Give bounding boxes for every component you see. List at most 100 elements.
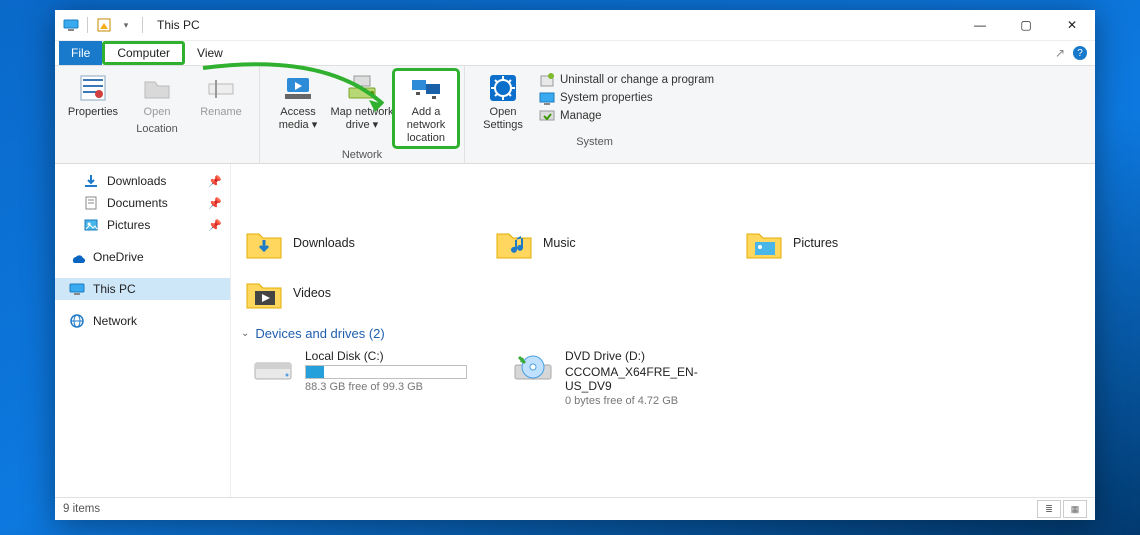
folder-videos-label: Videos xyxy=(293,286,331,300)
drive-c-free: 88.3 GB free of 99.3 GB xyxy=(305,381,467,393)
properties-icon xyxy=(77,72,109,104)
system-properties-button[interactable]: System properties xyxy=(539,90,714,106)
this-pc-icon xyxy=(63,17,79,33)
drive-d[interactable]: DVD Drive (D:) CCCOMA_X64FRE_EN-US_DV9 0… xyxy=(511,349,741,407)
tab-computer[interactable]: Computer xyxy=(102,41,185,65)
devices-section-header[interactable]: ⌄ Devices and drives (2) xyxy=(231,318,1095,345)
this-pc-nav-icon xyxy=(69,281,85,297)
folder-music[interactable]: Music xyxy=(493,222,703,264)
add-network-location-label: Add a network location xyxy=(394,106,458,145)
manage-label: Manage xyxy=(560,110,602,122)
nav-documents[interactable]: Documents 📌 xyxy=(55,192,230,214)
nav-downloads-label: Downloads xyxy=(107,174,166,188)
drive-d-name: DVD Drive (D:) xyxy=(565,349,741,363)
properties-button[interactable]: Properties xyxy=(61,70,125,121)
videos-folder-icon xyxy=(243,272,285,314)
open-icon xyxy=(141,72,173,104)
tiles-view-button[interactable]: ▦ xyxy=(1063,500,1087,518)
folder-videos[interactable]: Videos xyxy=(243,272,453,314)
onedrive-icon xyxy=(69,249,85,265)
open-label: Open xyxy=(144,106,171,119)
qat-dropdown-icon[interactable]: ▾ xyxy=(118,17,134,33)
nav-this-pc-label: This PC xyxy=(93,282,136,296)
ribbon-group-location: Properties Open Rename Location xyxy=(55,66,260,163)
minimize-button[interactable]: — xyxy=(957,10,1003,40)
navigation-pane: Downloads 📌 Documents 📌 Pictures 📌 OneDr… xyxy=(55,164,231,497)
ribbon-group-network: Access media ▾ Map network drive ▾ Add a… xyxy=(260,66,465,163)
view-mode-toggle: ≣ ▦ xyxy=(1037,500,1087,518)
nav-onedrive[interactable]: OneDrive xyxy=(55,246,230,268)
drive-c-usage-fill xyxy=(306,366,324,378)
window-title: This PC xyxy=(157,18,200,32)
maximize-button[interactable]: ▢ xyxy=(1003,10,1049,40)
map-drive-icon xyxy=(346,72,378,104)
tab-view[interactable]: View xyxy=(185,41,235,65)
network-group-label: Network xyxy=(342,149,382,161)
tab-file[interactable]: File xyxy=(59,41,102,65)
drive-d-free: 0 bytes free of 4.72 GB xyxy=(565,395,741,407)
status-bar: 9 items ≣ ▦ xyxy=(55,497,1095,520)
system-group-label: System xyxy=(576,136,613,148)
folder-pictures[interactable]: Pictures xyxy=(743,222,953,264)
system-properties-icon xyxy=(539,90,555,106)
close-button[interactable]: ✕ xyxy=(1049,10,1095,40)
nav-pictures[interactable]: Pictures 📌 xyxy=(55,214,230,236)
downloads-folder-icon xyxy=(243,222,285,264)
properties-qat-icon[interactable] xyxy=(96,17,112,33)
access-media-button[interactable]: Access media ▾ xyxy=(266,70,330,134)
nav-onedrive-label: OneDrive xyxy=(93,250,144,264)
content-area: Downloads 📌 Documents 📌 Pictures 📌 OneDr… xyxy=(55,164,1095,497)
qat-divider xyxy=(87,17,88,33)
manage-button[interactable]: Manage xyxy=(539,108,714,124)
pin-icon: 📌 xyxy=(208,219,222,232)
network-icon xyxy=(69,313,85,329)
nav-network[interactable]: Network xyxy=(55,310,230,332)
uninstall-label: Uninstall or change a program xyxy=(560,74,714,86)
uninstall-program-button[interactable]: Uninstall or change a program xyxy=(539,72,714,88)
document-icon xyxy=(83,195,99,211)
system-properties-label: System properties xyxy=(560,92,653,104)
map-drive-button[interactable]: Map network drive ▾ xyxy=(330,70,394,134)
drive-c[interactable]: Local Disk (C:) 88.3 GB free of 99.3 GB xyxy=(251,349,481,407)
ribbon-group-system: Open Settings Uninstall or change a prog… xyxy=(465,66,724,163)
drive-d-label: CCCOMA_X64FRE_EN-US_DV9 xyxy=(565,365,741,393)
uninstall-icon xyxy=(539,72,555,88)
help-icon[interactable]: ? xyxy=(1073,46,1087,60)
nav-this-pc[interactable]: This PC xyxy=(55,278,230,300)
music-folder-icon xyxy=(493,222,535,264)
rename-button[interactable]: Rename xyxy=(189,70,253,121)
pin-icon: 📌 xyxy=(208,197,222,210)
open-settings-button[interactable]: Open Settings xyxy=(471,70,535,134)
rename-label: Rename xyxy=(200,106,242,119)
drive-c-usage-bar xyxy=(305,365,467,379)
devices-section-label: Devices and drives (2) xyxy=(255,326,384,341)
nav-downloads[interactable]: Downloads 📌 xyxy=(55,170,230,192)
nav-pictures-label: Pictures xyxy=(107,218,150,232)
map-drive-label: Map network drive ▾ xyxy=(330,106,394,132)
details-view-button[interactable]: ≣ xyxy=(1037,500,1061,518)
title-bar: ▾ This PC — ▢ ✕ xyxy=(55,10,1095,41)
ribbon: Properties Open Rename Location xyxy=(55,66,1095,164)
folder-downloads[interactable]: Downloads xyxy=(243,222,453,264)
open-settings-label: Open Settings xyxy=(471,106,535,132)
nav-network-label: Network xyxy=(93,314,137,328)
nav-documents-label: Documents xyxy=(107,196,168,210)
folder-music-label: Music xyxy=(543,236,576,250)
file-explorer-window: ▾ This PC — ▢ ✕ File Computer View ↗ ? xyxy=(55,10,1095,520)
dvd-drive-icon xyxy=(511,349,555,389)
minimize-ribbon-icon[interactable]: ↗ xyxy=(1055,46,1065,60)
local-disk-icon xyxy=(251,349,295,389)
main-pane: Downloads Music Pictures xyxy=(231,164,1095,497)
picture-icon xyxy=(83,217,99,233)
open-button[interactable]: Open xyxy=(125,70,189,121)
folder-pictures-label: Pictures xyxy=(793,236,838,250)
properties-label: Properties xyxy=(68,106,118,119)
access-media-label: Access media ▾ xyxy=(266,106,330,132)
chevron-down-icon: ⌄ xyxy=(241,328,249,339)
settings-icon xyxy=(487,72,519,104)
folder-downloads-label: Downloads xyxy=(293,236,355,250)
add-network-location-button[interactable]: Add a network location xyxy=(394,70,458,147)
quick-access-toolbar: ▾ xyxy=(55,17,153,33)
window-controls: — ▢ ✕ xyxy=(957,10,1095,40)
drive-c-name: Local Disk (C:) xyxy=(305,349,467,363)
